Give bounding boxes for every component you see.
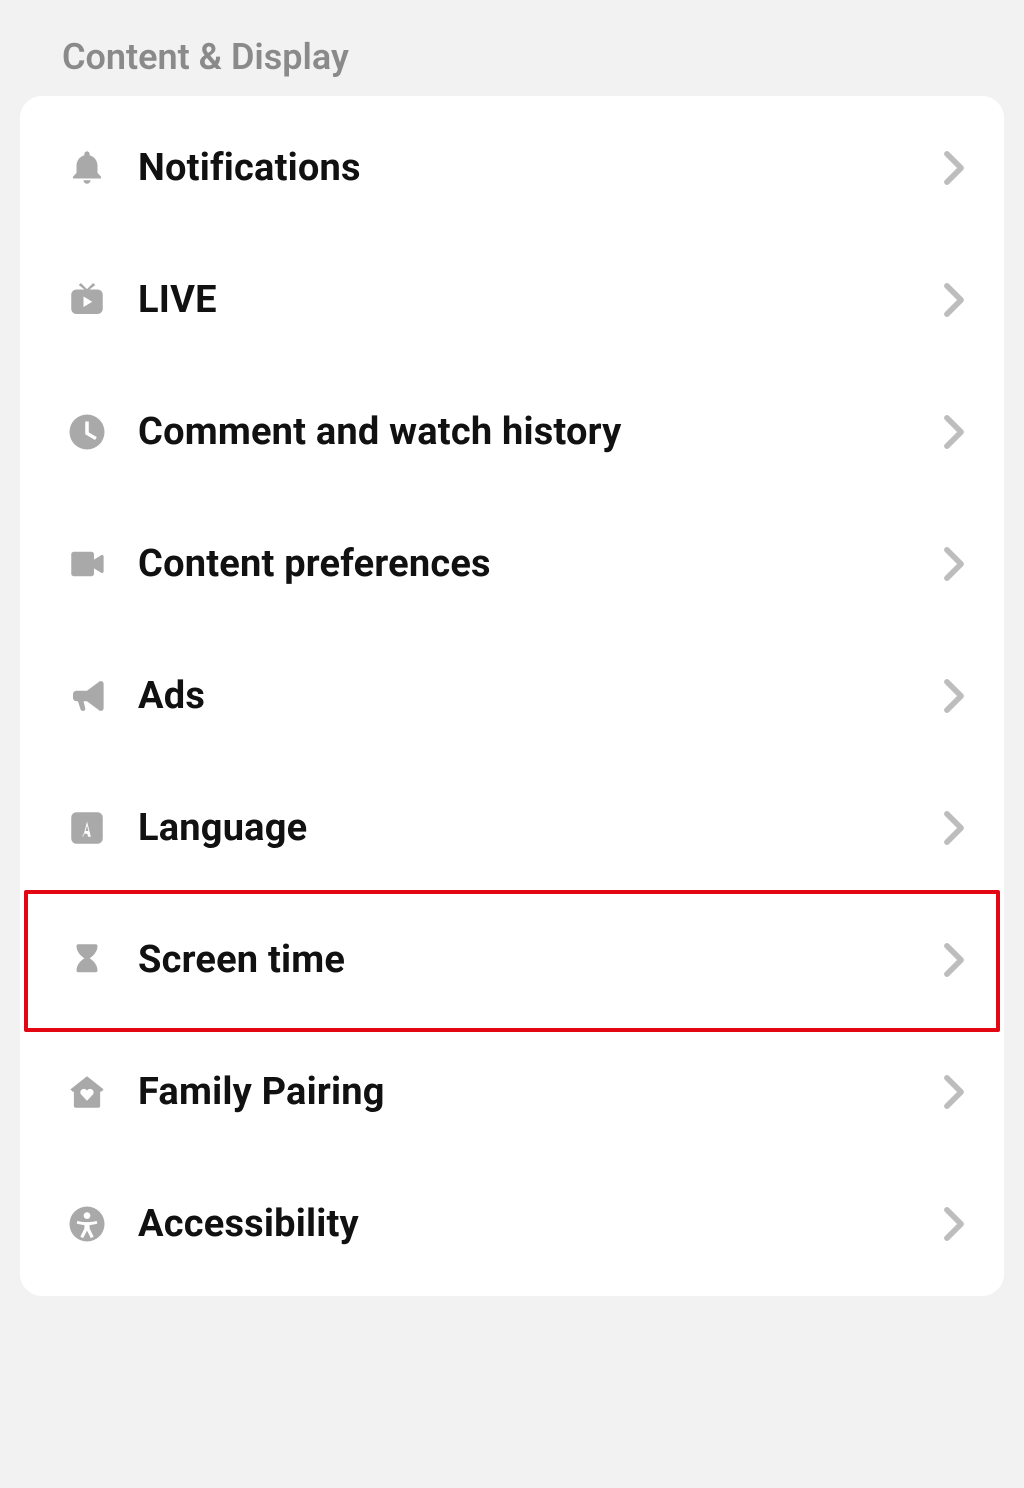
chevron-right-icon (940, 418, 968, 446)
row-ads[interactable]: Ads (20, 630, 1004, 762)
live-tv-icon (64, 277, 110, 323)
row-content-preferences[interactable]: Content preferences (20, 498, 1004, 630)
accessibility-icon (64, 1201, 110, 1247)
row-label: LIVE (138, 278, 940, 322)
language-a-icon (64, 805, 110, 851)
row-accessibility[interactable]: Accessibility (20, 1158, 1004, 1290)
chevron-right-icon (940, 1078, 968, 1106)
hourglass-icon (64, 937, 110, 983)
row-label: Family Pairing (138, 1070, 940, 1114)
chevron-right-icon (940, 1210, 968, 1238)
row-live[interactable]: LIVE (20, 234, 1004, 366)
row-screen-time[interactable]: Screen time (20, 894, 1004, 1026)
bell-icon (64, 145, 110, 191)
row-history[interactable]: Comment and watch history (20, 366, 1004, 498)
megaphone-icon (64, 673, 110, 719)
row-notifications[interactable]: Notifications (20, 102, 1004, 234)
row-family-pairing[interactable]: Family Pairing (20, 1026, 1004, 1158)
clock-icon (64, 409, 110, 455)
row-label: Content preferences (138, 542, 940, 586)
row-label: Screen time (138, 938, 940, 982)
row-label: Ads (138, 674, 940, 718)
row-language[interactable]: Language (20, 762, 1004, 894)
chevron-right-icon (940, 154, 968, 182)
chevron-right-icon (940, 946, 968, 974)
video-camera-icon (64, 541, 110, 587)
row-label: Language (138, 806, 940, 850)
chevron-right-icon (940, 550, 968, 578)
chevron-right-icon (940, 814, 968, 842)
section-header: Content & Display (0, 0, 1024, 96)
row-label: Comment and watch history (138, 410, 940, 454)
home-heart-icon (64, 1069, 110, 1115)
chevron-right-icon (940, 682, 968, 710)
row-label: Accessibility (138, 1202, 940, 1246)
row-label: Notifications (138, 146, 940, 190)
chevron-right-icon (940, 286, 968, 314)
settings-panel: Notifications LIVE Comment and watch his… (20, 96, 1004, 1296)
